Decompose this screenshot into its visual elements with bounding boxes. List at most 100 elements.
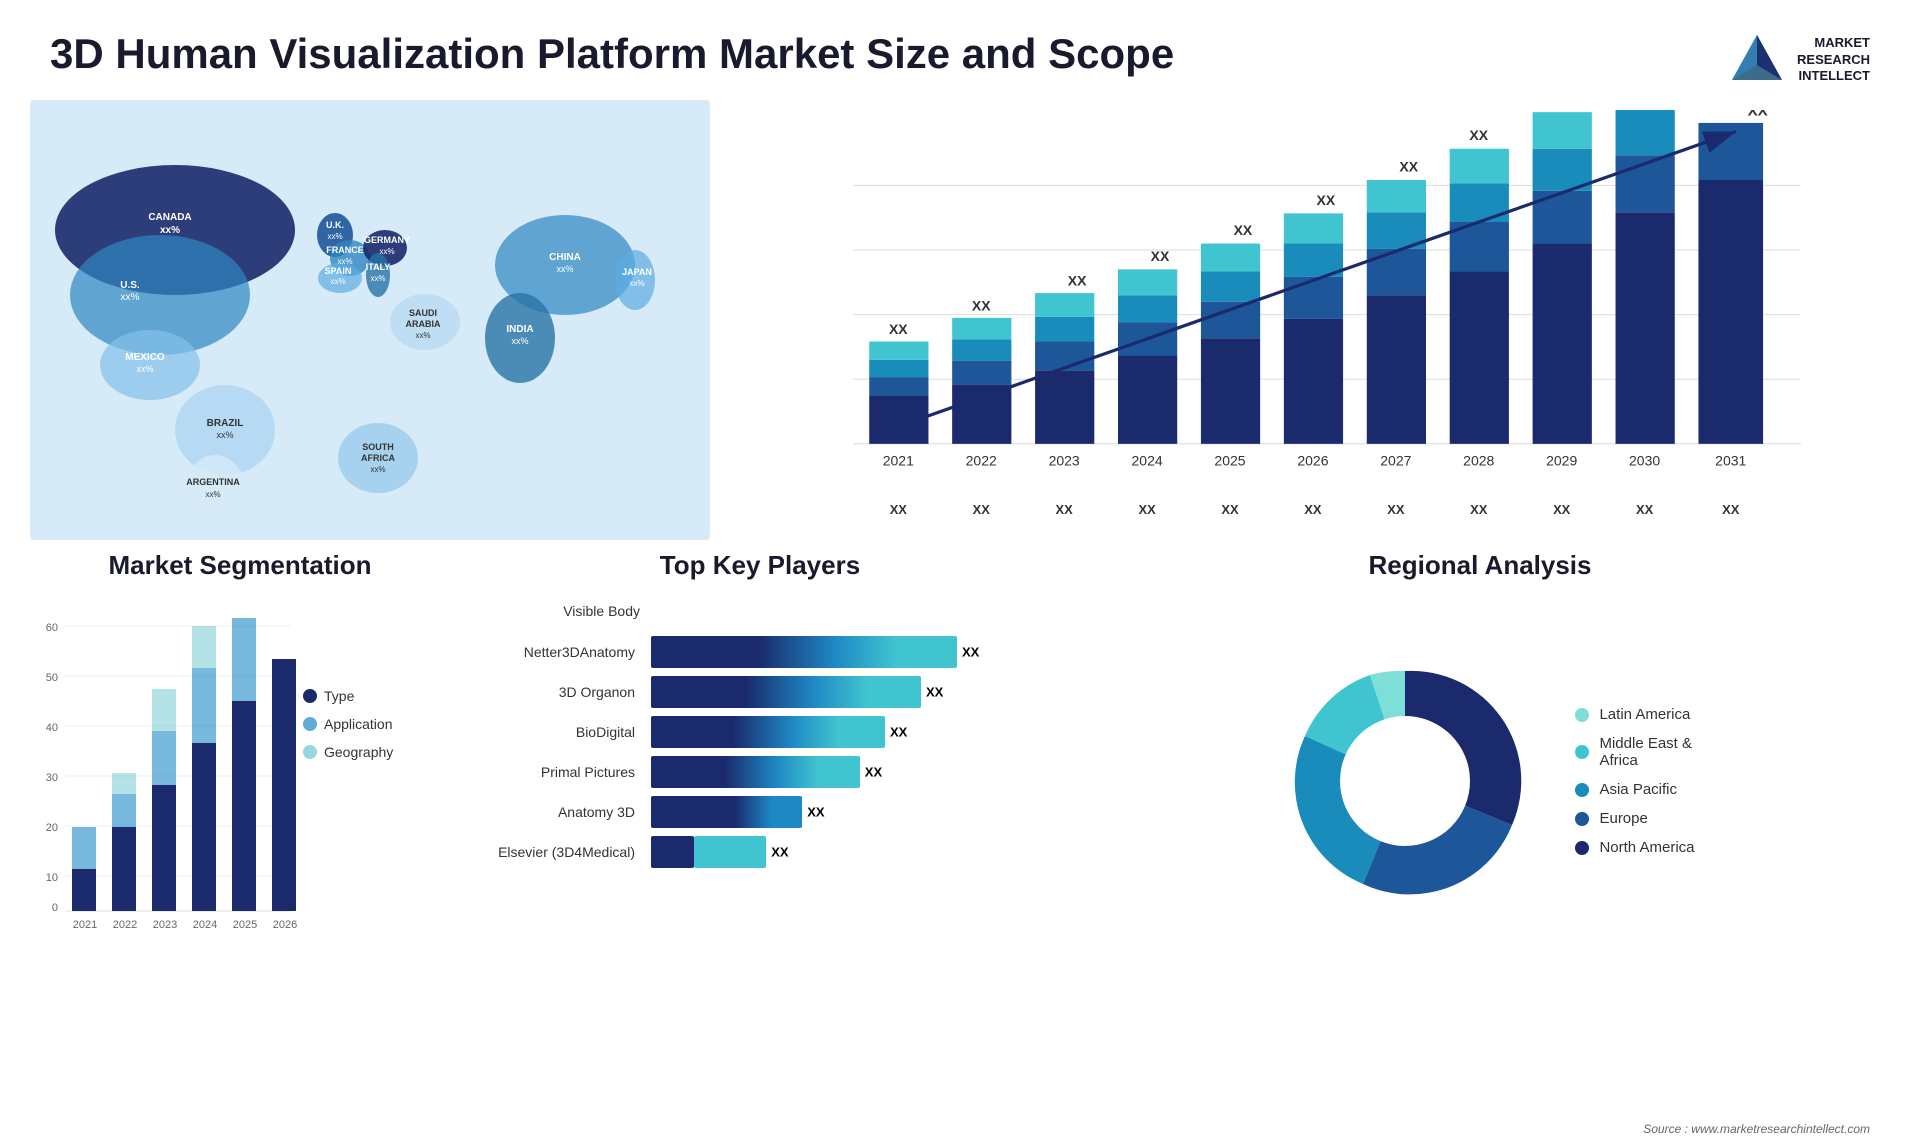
argentina-label: ARGENTINA — [186, 477, 240, 487]
us-value: xx% — [121, 292, 140, 303]
player-name: Visible Body — [480, 603, 640, 619]
south-africa-label: SOUTH — [362, 442, 394, 452]
svg-text:XX: XX — [1469, 127, 1488, 143]
latin-america-dot — [1575, 708, 1589, 722]
player-row-netter: Netter3DAnatomy XX — [480, 636, 1040, 668]
svg-text:XX: XX — [1387, 502, 1405, 517]
year-2023: 2023 — [1049, 452, 1080, 468]
player-name: Elsevier (3D4Medical) — [480, 844, 635, 860]
player-row-biodigital: BioDigital XX — [480, 716, 1040, 748]
year-2029: 2029 — [1546, 452, 1577, 468]
mea-label: Middle East &Africa — [1599, 735, 1692, 769]
svg-text:XX: XX — [1317, 192, 1336, 208]
svg-text:XX: XX — [890, 502, 908, 517]
year-2028: 2028 — [1463, 452, 1494, 468]
logo-icon — [1727, 30, 1787, 90]
regional-legend: Latin America Middle East &Africa Asia P… — [1575, 706, 1694, 856]
canada-label: CANADA — [148, 212, 191, 223]
japan-value: xx% — [629, 279, 644, 288]
india-value: xx% — [511, 336, 528, 346]
legend-north-america: North America — [1575, 839, 1694, 856]
player-row-elsevier: Elsevier (3D4Medical) XX — [480, 836, 1040, 868]
page-title: 3D Human Visualization Platform Market S… — [50, 30, 1174, 78]
legend-asia-pacific: Asia Pacific — [1575, 781, 1694, 798]
uk-value: xx% — [327, 232, 342, 241]
regional-content: Latin America Middle East &Africa Asia P… — [1070, 591, 1890, 971]
legend-middle-east: Middle East &Africa — [1575, 735, 1694, 769]
year-2024: 2024 — [1131, 452, 1162, 468]
europe-dot — [1575, 812, 1589, 826]
canada-value: xx% — [160, 225, 180, 236]
svg-text:XX: XX — [1722, 502, 1740, 517]
header: 3D Human Visualization Platform Market S… — [0, 0, 1920, 100]
svg-text:XX: XX — [973, 502, 991, 517]
uk-label: U.K. — [326, 220, 344, 230]
svg-text:XX: XX — [1636, 502, 1654, 517]
player-row-primal: Primal Pictures XX — [480, 756, 1040, 788]
india-label: INDIA — [506, 324, 533, 335]
player-name: BioDigital — [480, 724, 635, 740]
germany-value: xx% — [379, 247, 394, 256]
year-2021: 2021 — [883, 452, 914, 468]
regional-title: Regional Analysis — [1070, 550, 1890, 581]
germany-label: GERMANY — [364, 235, 410, 245]
svg-text:20: 20 — [46, 822, 58, 834]
logo: MARKET RESEARCH INTELLECT — [1727, 30, 1870, 90]
svg-text:30: 30 — [46, 772, 58, 784]
svg-text:XX: XX — [1234, 222, 1253, 238]
svg-text:XX: XX — [972, 297, 991, 313]
spain-value: xx% — [330, 277, 345, 286]
svg-text:XX: XX — [1304, 502, 1322, 517]
svg-text:XX: XX — [1068, 273, 1087, 289]
mea-dot — [1575, 745, 1589, 759]
svg-text:Type: Type — [324, 688, 355, 704]
year-2027: 2027 — [1380, 452, 1411, 468]
svg-text:XX: XX — [1056, 502, 1074, 517]
growth-chart-area: 2021 XX 2022 XX 2023 XX 2024 XX — [710, 100, 1890, 540]
svg-text:Geography: Geography — [324, 744, 393, 760]
year-2025: 2025 — [1214, 452, 1245, 468]
top-section: CANADA xx% U.S. xx% MEXICO xx% BRAZIL xx… — [0, 100, 1920, 540]
brazil-value: xx% — [216, 430, 233, 440]
svg-text:XX: XX — [1553, 502, 1571, 517]
svg-text:XX: XX — [1221, 502, 1239, 517]
mexico-value: xx% — [136, 364, 153, 374]
svg-text:40: 40 — [46, 722, 58, 734]
south-africa-label2: AFRICA — [361, 453, 395, 463]
player-name: Primal Pictures — [480, 764, 635, 780]
svg-text:2021: 2021 — [73, 919, 97, 931]
player-name: Anatomy 3D — [480, 804, 635, 820]
italy-label: ITALY — [366, 262, 391, 272]
svg-text:XX: XX — [889, 321, 908, 337]
svg-text:2023: 2023 — [153, 919, 177, 931]
donut-hole — [1340, 716, 1470, 846]
donut-chart — [1265, 641, 1545, 921]
svg-text:60: 60 — [46, 622, 58, 634]
asia-label: Asia Pacific — [1599, 781, 1677, 798]
legend-europe: Europe — [1575, 810, 1694, 827]
svg-text:2022: 2022 — [113, 919, 137, 931]
year-2031: 2031 — [1715, 452, 1746, 468]
svg-text:50: 50 — [46, 672, 58, 684]
france-value: xx% — [337, 257, 352, 266]
bottom-section: Market Segmentation 60 50 40 30 20 10 0 … — [0, 540, 1920, 1040]
regional-area: Regional Analysis Lat — [1070, 550, 1890, 1020]
svg-text:0: 0 — [52, 902, 58, 914]
players-area: Top Key Players Visible Body Netter3DAna… — [450, 550, 1070, 1020]
japan-label: JAPAN — [622, 267, 652, 277]
south-africa-value: xx% — [370, 465, 385, 474]
source-text: Source : www.marketresearchintellect.com — [1643, 1122, 1870, 1136]
svg-text:2024: 2024 — [193, 919, 217, 931]
asia-dot — [1575, 783, 1589, 797]
north-america-dot — [1575, 841, 1589, 855]
us-label: U.S. — [120, 280, 140, 291]
svg-text:Application: Application — [324, 716, 393, 732]
argentina-value: xx% — [205, 490, 220, 499]
logo-text: MARKET RESEARCH INTELLECT — [1797, 35, 1870, 86]
legend-latin-america: Latin America — [1575, 706, 1694, 723]
player-row-visible-body: Visible Body — [480, 596, 1040, 626]
saudi-label2: ARABIA — [406, 319, 441, 329]
china-label: CHINA — [549, 252, 581, 263]
segmentation-chart: 60 50 40 30 20 10 0 2021 2022 2023 2024 … — [30, 596, 410, 936]
year-2022: 2022 — [966, 452, 997, 468]
